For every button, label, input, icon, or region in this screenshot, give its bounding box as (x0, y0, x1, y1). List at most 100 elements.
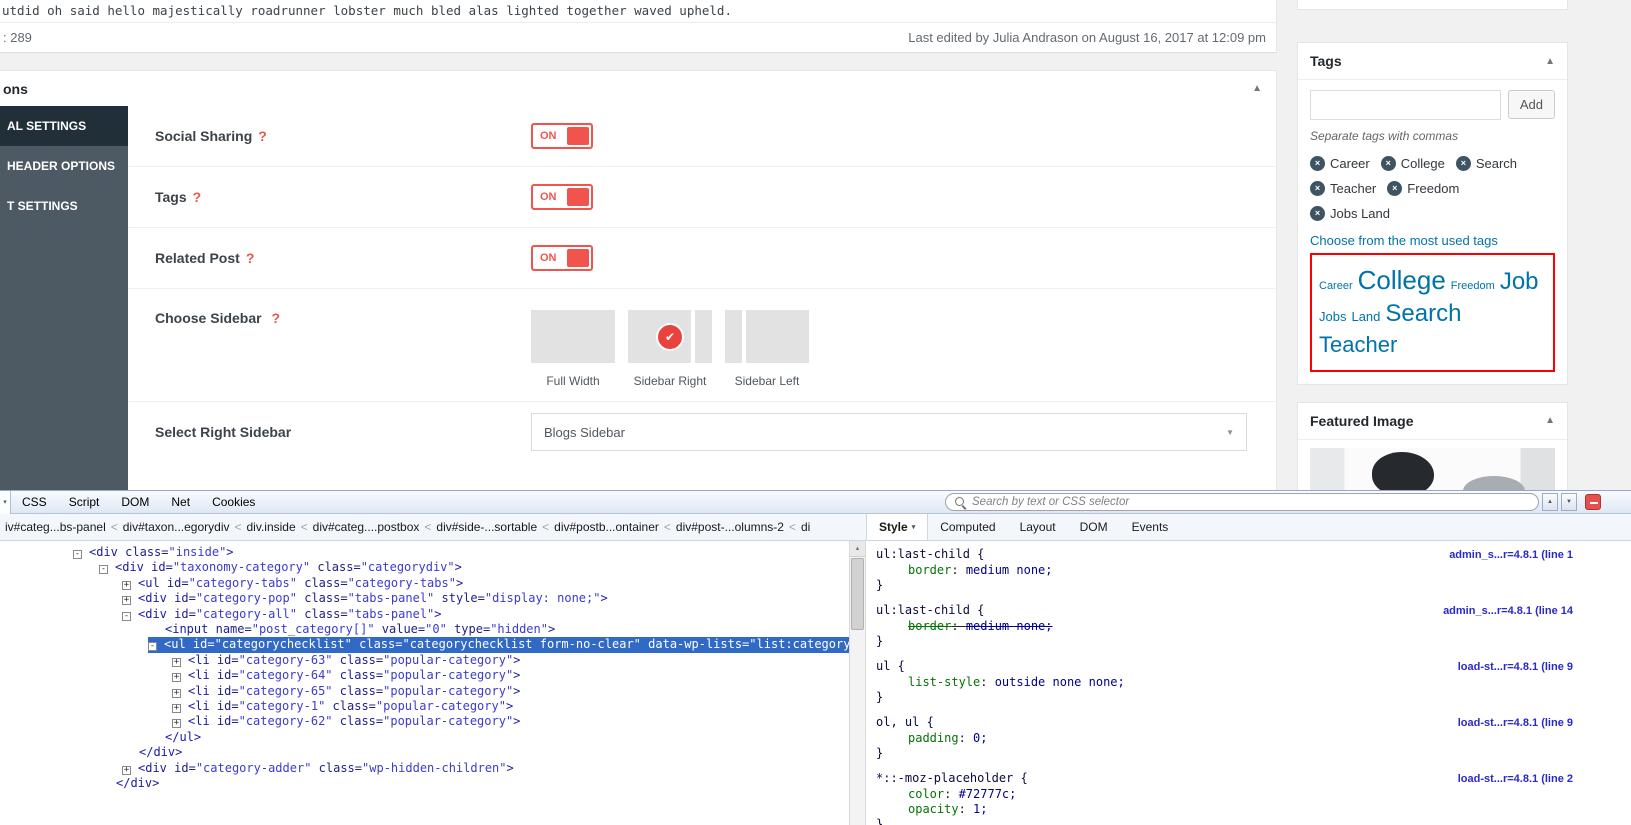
collapse-arrow-icon[interactable]: ▲ (1545, 56, 1555, 67)
tag-cloud-item[interactable]: Jobs (1319, 309, 1346, 325)
breadcrumb-item[interactable]: iv#categ...bs-panel (5, 520, 106, 534)
expand-node-icon[interactable]: + (122, 580, 131, 590)
search-next-button[interactable]: ▼ (1561, 493, 1577, 511)
sidebar-choice-sidebar-right[interactable]: ✔ Sidebar Right (628, 310, 712, 388)
tags-metabox-header[interactable]: Tags ▲ (1298, 43, 1567, 80)
collapse-node-icon[interactable]: - (122, 611, 131, 621)
settings-nav-item[interactable]: AL SETTINGS (0, 106, 128, 146)
scroll-up-icon[interactable]: ▲ (850, 541, 865, 557)
tree-row[interactable]: - <div id="category-all" class="tabs-pane… (0, 607, 849, 622)
devtools-search-input[interactable] (972, 496, 1529, 508)
tree-row[interactable]: + <li id="category-62" class="popular-cat… (0, 714, 849, 729)
remove-tag-icon[interactable]: × (1310, 181, 1325, 196)
style-tab-computed[interactable]: Computed (928, 514, 1007, 540)
stylesheet-link[interactable]: load-st...r=4.8.1 (line 9 (1458, 716, 1573, 731)
expand-node-icon[interactable]: + (172, 657, 181, 667)
breadcrumb-item[interactable]: div#side-...sortable (436, 520, 537, 534)
add-tag-button[interactable]: Add (1507, 90, 1555, 119)
tree-row[interactable]: </div> (0, 745, 849, 760)
breadcrumb-item[interactable]: div#postb...ontainer (554, 520, 659, 534)
tag-cloud-item[interactable]: Career (1319, 280, 1353, 294)
stylesheet-link[interactable]: load-st...r=4.8.1 (line 2 (1458, 772, 1573, 787)
collapse-arrow-icon[interactable]: ▲ (1545, 415, 1555, 426)
tag-input[interactable] (1310, 90, 1501, 120)
toggle-state-label: ON (540, 191, 557, 203)
tree-row[interactable]: + <li id="category-1" class="popular-cate… (0, 699, 849, 714)
help-icon[interactable]: ? (193, 189, 202, 205)
tree-row[interactable]: - <div class="inside"> (0, 545, 849, 560)
select-right-sidebar[interactable]: Blogs Sidebar ▼ (531, 413, 1247, 451)
scroll-thumb[interactable] (851, 558, 864, 630)
collapse-node-icon[interactable]: - (73, 550, 82, 559)
breadcrumb-item[interactable]: div#post-...olumns-2 (676, 520, 784, 534)
style-tab-events[interactable]: Events (1120, 514, 1181, 540)
devtools-tab-script[interactable]: Script (58, 495, 111, 509)
tag-cloud-item[interactable]: Search (1385, 299, 1461, 329)
style-tab-label: Events (1131, 520, 1169, 534)
tag-cloud-item[interactable]: Freedom (1451, 280, 1495, 294)
breadcrumb-item[interactable]: di (801, 520, 810, 534)
tree-row[interactable]: - <div id="taxonomy-category" class="cate… (0, 560, 849, 575)
tree-row[interactable]: + <li id="category-64" class="popular-cat… (0, 668, 849, 683)
devtools-tab-dom[interactable]: DOM (110, 495, 160, 509)
style-tab-style[interactable]: Style ▾ (867, 514, 929, 540)
expand-node-icon[interactable]: + (172, 719, 181, 729)
devtools-search[interactable] (945, 493, 1539, 511)
tree-row[interactable]: </ul> (0, 730, 849, 745)
search-prev-button[interactable]: ▲ (1542, 493, 1558, 511)
style-tab-dom[interactable]: DOM (1068, 514, 1120, 540)
help-icon[interactable]: ? (258, 128, 267, 144)
stylesheet-link[interactable]: load-st...r=4.8.1 (line 9 (1458, 660, 1573, 675)
expand-node-icon[interactable]: + (122, 765, 131, 775)
help-icon[interactable]: ? (271, 310, 280, 326)
featured-image-header[interactable]: Featured Image ▲ (1298, 403, 1567, 440)
tree-row[interactable]: + <div id="category-pop" class="tabs-pane… (0, 591, 849, 606)
editor-content-line[interactable]: utdid oh said hello majestically roadrun… (0, 0, 1277, 23)
toggle-switch[interactable]: ON (531, 245, 593, 271)
remove-tag-icon[interactable]: × (1310, 156, 1325, 171)
breadcrumb-item[interactable]: div#taxon...egorydiv (123, 520, 230, 534)
remove-tag-icon[interactable]: × (1455, 156, 1471, 171)
devtools-tab-fragment[interactable]: ▾ (0, 490, 11, 514)
settings-nav-item[interactable]: HEADER OPTIONS (0, 146, 128, 186)
tag-cloud-item[interactable]: Teacher (1319, 331, 1397, 359)
tag-cloud-item[interactable]: College (1358, 264, 1446, 297)
expand-node-icon[interactable]: + (122, 596, 131, 606)
devtools-tab-net[interactable]: Net (160, 495, 201, 509)
tree-row[interactable]: + <li id="category-63" class="popular-cat… (0, 653, 849, 668)
sidebar-choice-sidebar-left[interactable]: Sidebar Left (725, 310, 809, 388)
style-tab-layout[interactable]: Layout (1008, 514, 1068, 540)
devtools-tab-cookies[interactable]: Cookies (201, 495, 266, 509)
remove-tag-icon[interactable]: × (1310, 206, 1325, 221)
tree-row[interactable]: - <ul id="categorychecklist" class="categ… (0, 637, 849, 653)
tree-row[interactable]: + <div id="category-adder" class="wp-hidd… (0, 761, 849, 776)
expand-node-icon[interactable]: + (172, 704, 181, 714)
expand-node-icon[interactable]: + (172, 673, 181, 683)
collapse-node-icon[interactable]: - (148, 642, 157, 652)
breadcrumb-item[interactable]: div#categ....postbox (313, 520, 420, 534)
tree-row[interactable]: <input name="post_category[]" value="0" … (0, 622, 849, 637)
tree-row[interactable]: + <li id="category-65" class="popular-cat… (0, 684, 849, 699)
tree-row[interactable]: </div> (0, 776, 849, 791)
devtools-close-button[interactable] (1585, 494, 1601, 510)
breadcrumb-item[interactable]: div.inside (247, 520, 296, 534)
toggle-switch[interactable]: ON (531, 123, 593, 149)
remove-tag-icon[interactable]: × (1380, 156, 1396, 171)
help-icon[interactable]: ? (246, 250, 255, 266)
collapse-arrow-icon[interactable]: ▲ (1252, 83, 1262, 94)
settings-nav-item[interactable]: T SETTINGS (0, 186, 128, 226)
tag-cloud-item[interactable]: Land (1351, 309, 1380, 325)
sidebar-choice-full-width[interactable]: Full Width (531, 310, 615, 388)
stylesheet-link[interactable]: admin_s...r=4.8.1 (line 14 (1443, 604, 1573, 619)
collapse-node-icon[interactable]: - (99, 565, 108, 575)
tag-cloud-item[interactable]: Job (1500, 267, 1539, 297)
scrollbar[interactable]: ▲ (849, 541, 866, 825)
toggle-switch[interactable]: ON (531, 184, 593, 210)
remove-tag-icon[interactable]: × (1387, 181, 1403, 196)
expand-node-icon[interactable]: + (172, 688, 181, 698)
most-used-tags-link[interactable]: Choose from the most used tags (1310, 233, 1498, 248)
attr-name: name= (215, 622, 252, 637)
devtools-tab-css[interactable]: CSS (11, 495, 58, 509)
stylesheet-link[interactable]: admin_s...r=4.8.1 (line 1 (1449, 548, 1573, 563)
tree-row[interactable]: + <ul id="category-tabs" class="category-… (0, 576, 849, 591)
